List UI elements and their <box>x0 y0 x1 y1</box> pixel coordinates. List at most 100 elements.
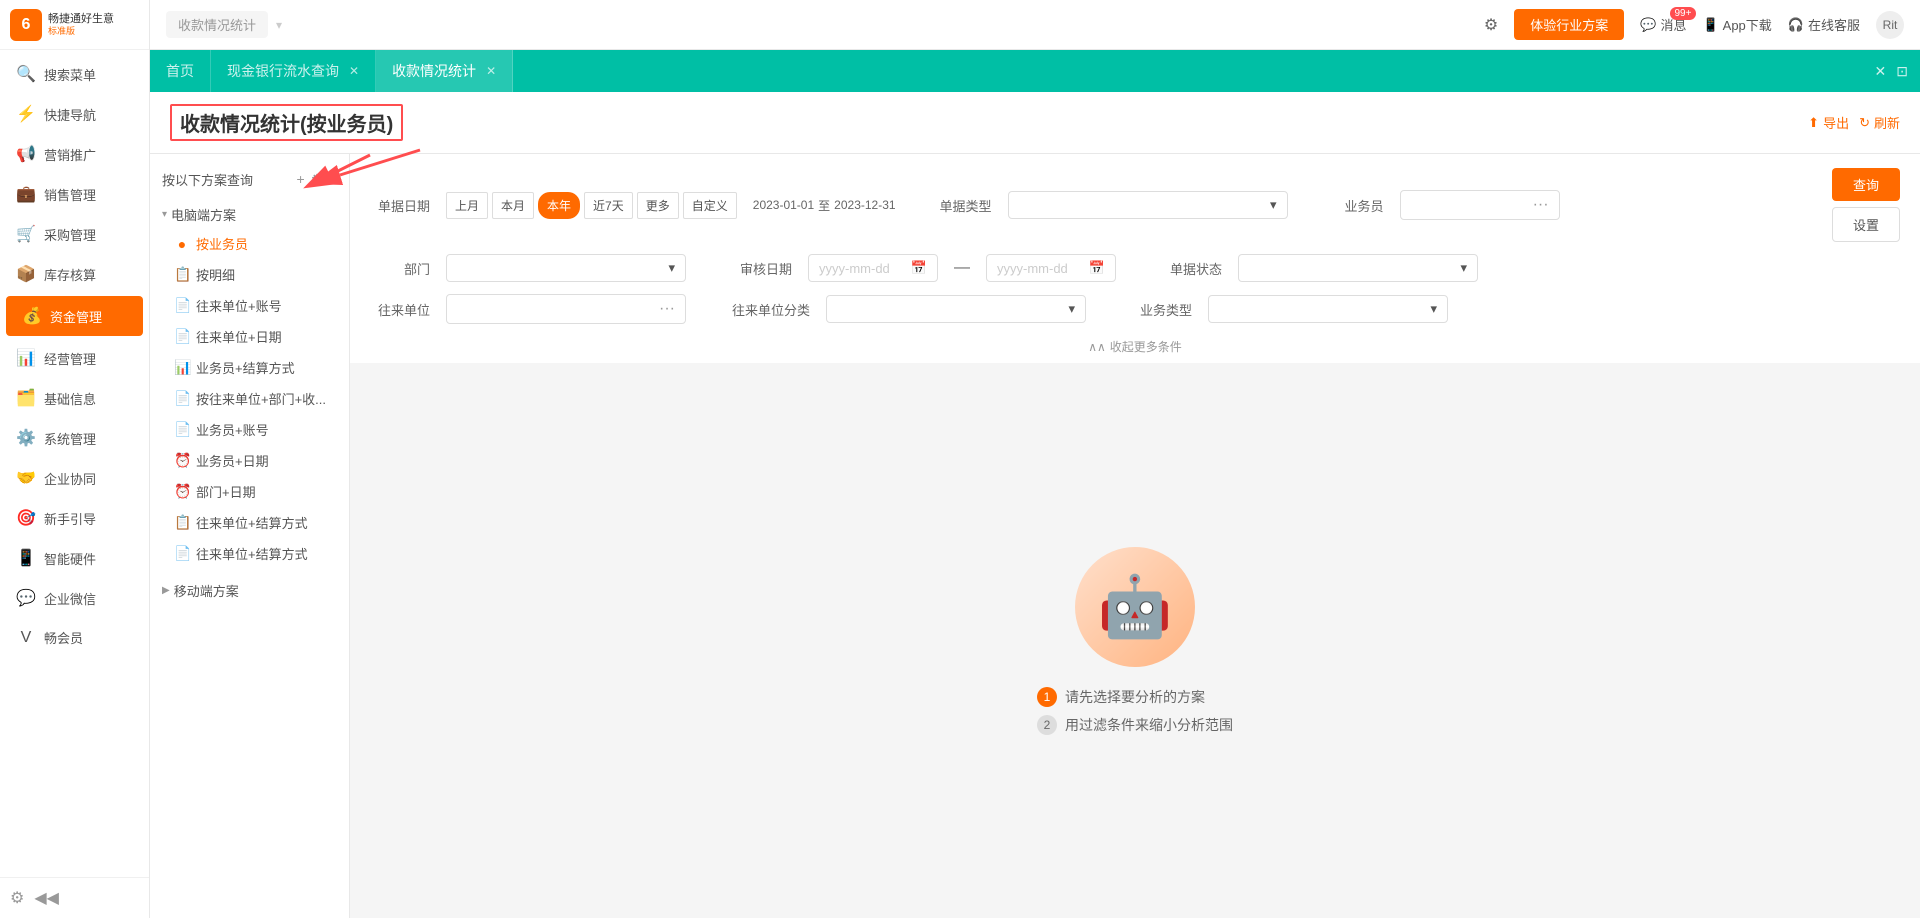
tab-receipt-close-icon[interactable]: ✕ <box>486 64 496 78</box>
messages-badge: 99+ <box>1670 7 1697 20</box>
scheme-icons: + ⚙ « <box>296 171 337 188</box>
header-gear-icon[interactable]: ⚙ <box>1484 15 1498 35</box>
app-download-btn[interactable]: 📱 App下载 <box>1702 15 1771 34</box>
newbie-icon: 🎯 <box>16 508 36 528</box>
sidebar-item-hardware[interactable]: 📱 智能硬件 <box>0 538 149 578</box>
sidebar-item-basic[interactable]: 🗂️ 基础信息 <box>0 378 149 418</box>
operation-icon: 📊 <box>16 348 36 368</box>
dept-chevron-icon <box>668 260 675 276</box>
scheme-item-by-detail[interactable]: 📋 按明细 <box>150 259 349 290</box>
basic-icon: 🗂️ <box>16 388 36 408</box>
messages-area[interactable]: 💬 消息 99+ <box>1640 15 1686 34</box>
filter-row-1: 单据日期 上月 本月 本年 近7天 更多 自定义 2023-01-01 <box>370 168 1900 242</box>
dept-select[interactable] <box>446 254 686 282</box>
sales-icon: 💼 <box>16 184 36 204</box>
bill-status-label: 单据状态 <box>1162 259 1222 278</box>
scheme-group-mobile-title[interactable]: ▶ 移动端方案 <box>150 577 349 604</box>
tab-receipt[interactable]: 收款情况统计 ✕ <box>376 50 513 92</box>
tip1-number: 1 <box>1037 687 1057 707</box>
sidebar-item-system[interactable]: ⚙️ 系统管理 <box>0 418 149 458</box>
counterpart-select[interactable]: ··· <box>446 294 686 324</box>
sidebar-item-wechat[interactable]: 💬 企业微信 <box>0 578 149 618</box>
sidebar-item-enterprise[interactable]: 🤝 企业协同 <box>0 458 149 498</box>
biz-type-label: 业务类型 <box>1132 300 1192 319</box>
empty-illustration: 🤖 <box>1075 547 1195 667</box>
top-actions: ⚙ 体验行业方案 💬 消息 99+ 📱 App下载 🎧 在线客服 Rit <box>1484 9 1904 40</box>
date-btn-this-month[interactable]: 本月 <box>492 192 534 219</box>
bill-status-select[interactable] <box>1238 254 1478 282</box>
filter-section: 单据日期 上月 本月 本年 近7天 更多 自定义 2023-01-01 <box>350 154 1920 330</box>
sidebar-item-member[interactable]: V 畅会员 <box>0 618 149 657</box>
scheme-item-counterpart-settlement2[interactable]: 📄 往来单位+结算方式 <box>150 538 349 569</box>
quicknav-icon: ⚡ <box>16 104 36 124</box>
demo-button[interactable]: 体验行业方案 <box>1514 9 1624 40</box>
scheme-item-salesperson-account[interactable]: 📄 业务员+账号 <box>150 414 349 445</box>
tab-bank[interactable]: 现金银行流水查询 ✕ <box>211 50 376 92</box>
scheme-add-icon[interactable]: + <box>296 171 304 188</box>
more-dots-icon[interactable]: ··· <box>1533 196 1549 214</box>
salesperson-select[interactable]: ··· <box>1400 190 1560 220</box>
collapse-button[interactable]: ∧∧ 收起更多条件 <box>350 330 1920 363</box>
sidebar-item-quicknav[interactable]: ⚡ 快捷导航 <box>0 94 149 134</box>
scheme-settings-icon[interactable]: ⚙ <box>311 171 324 188</box>
window-maximize-icon[interactable]: ⊡ <box>1896 63 1908 80</box>
scheme-item-salesperson-settlement[interactable]: 📊 业务员+结算方式 <box>150 352 349 383</box>
dept-label: 部门 <box>370 259 430 278</box>
doc5-icon: 📄 <box>174 545 190 562</box>
sidebar-nav: 🔍 搜索菜单 ⚡ 快捷导航 📢 营销推广 💼 销售管理 🛒 采购管理 📦 库存核… <box>0 50 149 877</box>
sidebar-item-capital[interactable]: 💰 资金管理 <box>6 296 143 336</box>
tab-bank-close-icon[interactable]: ✕ <box>349 64 359 78</box>
window-close-icon[interactable]: ✕ <box>1875 63 1887 80</box>
chevron-right-icon: ▶ <box>162 585 170 596</box>
date-btn-7days[interactable]: 近7天 <box>584 192 633 219</box>
online-service-btn[interactable]: 🎧 在线客服 <box>1788 15 1860 34</box>
scheme-item-counterpart-date[interactable]: 📄 往来单位+日期 <box>150 321 349 352</box>
tab-home[interactable]: 首页 <box>150 50 211 92</box>
counterpart-cat-chevron-icon <box>1068 301 1075 317</box>
sidebar-item-purchase[interactable]: 🛒 采购管理 <box>0 214 149 254</box>
scheme-item-salesperson-date[interactable]: ⏰ 业务员+日期 <box>150 445 349 476</box>
scheme-item-by-salesperson[interactable]: ● 按业务员 <box>150 228 349 259</box>
user-avatar[interactable]: Rit <box>1876 11 1904 39</box>
sidebar-collapse-icon[interactable]: ◀◀ <box>34 888 59 908</box>
sidebar-item-sales[interactable]: 💼 销售管理 <box>0 174 149 214</box>
scheme-item-counterpart-account[interactable]: 📄 往来单位+账号 <box>150 290 349 321</box>
biz-type-select[interactable] <box>1208 295 1448 323</box>
scheme-item-dept-date[interactable]: ⏰ 部门+日期 <box>150 476 349 507</box>
date-btn-last-month[interactable]: 上月 <box>446 192 488 219</box>
tab-bar: 首页 现金银行流水查询 ✕ 收款情况统计 ✕ ✕ ⊡ <box>150 50 1920 92</box>
biz-type-chevron-icon <box>1430 301 1437 317</box>
refresh-button[interactable]: ↻ 刷新 <box>1859 113 1900 132</box>
export-button[interactable]: ⬆ 导出 <box>1808 113 1849 132</box>
counterpart-category-label: 往来单位分类 <box>732 300 810 319</box>
top-header: 收款情况统计 ▾ ⚙ 体验行业方案 💬 消息 99+ 📱 App下载 🎧 在线客… <box>150 0 1920 50</box>
scheme-group-desktop: ▾ 电脑端方案 ● 按业务员 📋 按明细 📄 往来单位+账号 <box>150 197 349 573</box>
sidebar-item-marketing[interactable]: 📢 营销推广 <box>0 134 149 174</box>
counterpart-dots-icon[interactable]: ··· <box>659 300 675 318</box>
page-title-bar: 收款情况统计(按业务员) ⬆ 导出 ↻ 刷新 <box>150 92 1920 154</box>
query-button[interactable]: 查询 <box>1832 168 1900 201</box>
sidebar-settings-icon[interactable]: ⚙ <box>10 888 24 908</box>
review-date-from[interactable]: yyyy-mm-dd 📅 <box>808 254 938 282</box>
review-date-to[interactable]: yyyy-mm-dd 📅 <box>986 254 1116 282</box>
date-btn-more[interactable]: 更多 <box>637 192 679 219</box>
inventory-icon: 📦 <box>16 264 36 284</box>
scheme-item-counterpart-dept[interactable]: 📄 按往来单位+部门+收... <box>150 383 349 414</box>
sidebar-item-newbie[interactable]: 🎯 新手引导 <box>0 498 149 538</box>
wechat-icon: 💬 <box>16 588 36 608</box>
sidebar-item-inventory[interactable]: 📦 库存核算 <box>0 254 149 294</box>
doc4-icon: 📄 <box>174 421 190 438</box>
counterpart-category-select[interactable] <box>826 295 1086 323</box>
scheme-collapse-icon[interactable]: « <box>329 171 337 188</box>
settings-button[interactable]: 设置 <box>1832 207 1900 242</box>
date-btn-this-year[interactable]: 本年 <box>538 192 580 219</box>
scheme-item-counterpart-settlement1[interactable]: 📋 往来单位+结算方式 <box>150 507 349 538</box>
empty-tip-2: 2 用过滤条件来缩小分析范围 <box>1037 715 1233 735</box>
scheme-panel: 按以下方案查询 + ⚙ « ▾ 电脑端方案 ● 按业务员 <box>150 154 350 918</box>
date-btn-custom[interactable]: 自定义 <box>683 192 737 219</box>
bill-type-select[interactable] <box>1008 191 1288 219</box>
scheme-group-desktop-title[interactable]: ▾ 电脑端方案 <box>150 201 349 228</box>
sidebar-item-search[interactable]: 🔍 搜索菜单 <box>0 54 149 94</box>
sidebar-item-operation[interactable]: 📊 经营管理 <box>0 338 149 378</box>
capital-icon: 💰 <box>22 306 42 326</box>
